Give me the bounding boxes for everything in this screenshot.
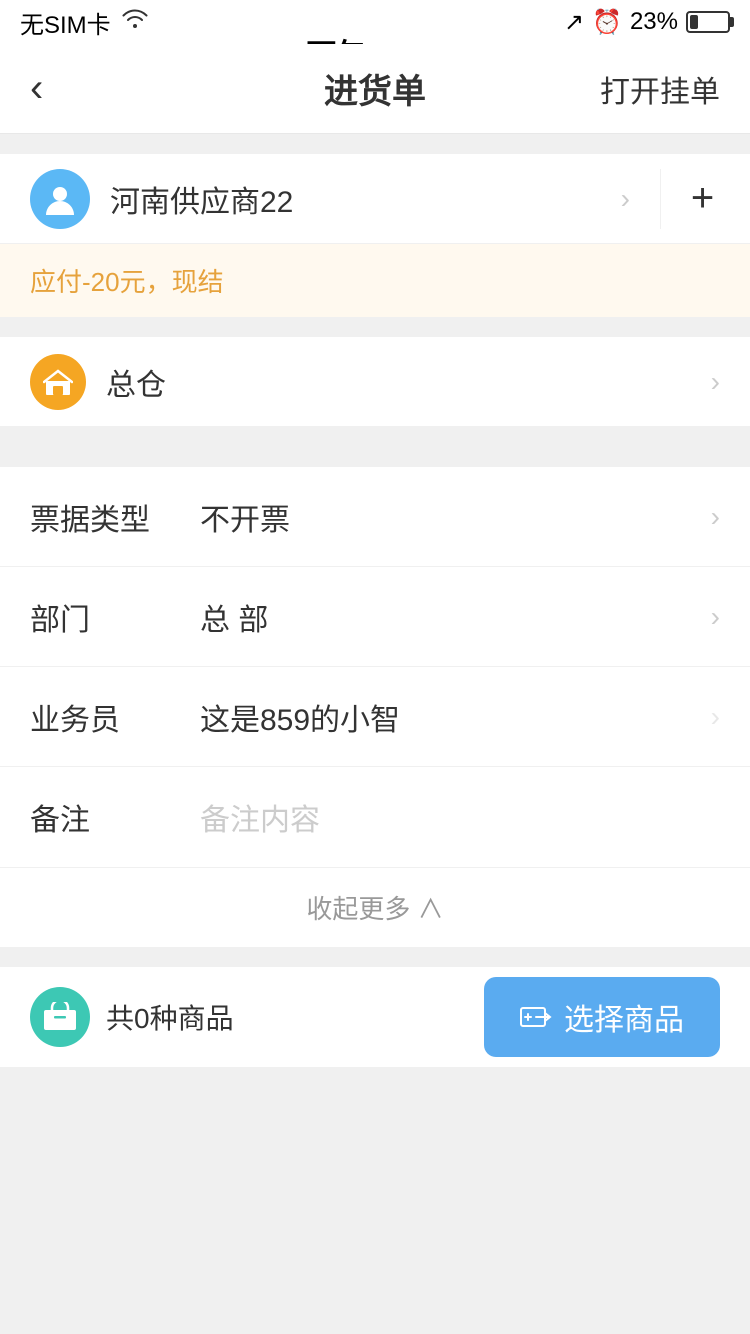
salesperson-row[interactable]: 业务员 这是859的小智 › bbox=[0, 667, 750, 767]
add-supplier-button[interactable]: + bbox=[660, 169, 720, 229]
status-bar: 无SIM卡 下午6:04 ↗ ⏰ 23% bbox=[0, 0, 750, 44]
supplier-row[interactable]: 河南供应商22 › + bbox=[0, 154, 750, 244]
collapse-label: 收起更多 ∧ bbox=[306, 889, 443, 926]
department-row[interactable]: 部门 总 部 › bbox=[0, 567, 750, 667]
section-divider-2 bbox=[0, 317, 750, 337]
department-label: 部门 bbox=[30, 595, 180, 639]
form-section: 票据类型 不开票 › 部门 总 部 › 业务员 这是859的小智 › 备注 备注… bbox=[0, 467, 750, 867]
status-right: ↗ ⏰ 23% bbox=[564, 8, 730, 37]
department-chevron-icon: › bbox=[711, 601, 720, 633]
salesperson-chevron-icon: › bbox=[711, 701, 720, 733]
remark-row[interactable]: 备注 备注内容 bbox=[0, 767, 750, 867]
warehouse-name: 总仓 bbox=[106, 360, 711, 404]
invoice-chevron-icon: › bbox=[711, 501, 720, 533]
invoice-type-row[interactable]: 票据类型 不开票 › bbox=[0, 467, 750, 567]
select-product-label: 选择商品 bbox=[564, 995, 684, 1039]
notice-text: 应付-20元，现结 bbox=[30, 267, 224, 297]
location-icon: ↗ bbox=[564, 8, 584, 37]
warehouse-chevron-icon: › bbox=[711, 366, 720, 398]
battery-label: 23% bbox=[630, 8, 678, 36]
section-divider-3 bbox=[0, 427, 750, 447]
wifi-icon bbox=[121, 8, 149, 37]
collapse-button[interactable]: 收起更多 ∧ bbox=[0, 867, 750, 947]
invoice-type-label: 票据类型 bbox=[30, 495, 180, 539]
back-button[interactable]: ‹ bbox=[30, 66, 90, 111]
product-icon bbox=[30, 987, 90, 1047]
warehouse-section: 总仓 › bbox=[0, 337, 750, 427]
remark-input[interactable]: 备注内容 bbox=[200, 795, 720, 839]
invoice-type-value: 不开票 bbox=[200, 495, 701, 539]
alarm-icon: ⏰ bbox=[592, 8, 622, 37]
nav-bar: ‹ 进货单 打开挂单 bbox=[0, 44, 750, 134]
notice-banner: 应付-20元，现结 bbox=[0, 244, 750, 317]
supplier-avatar bbox=[30, 169, 90, 229]
carrier-label: 无SIM卡 bbox=[20, 5, 111, 40]
product-count-text: 共0种商品 bbox=[106, 997, 234, 1037]
warehouse-icon bbox=[30, 354, 86, 410]
open-pending-button[interactable]: 打开挂单 bbox=[600, 67, 720, 111]
battery-icon bbox=[686, 11, 730, 33]
warehouse-row[interactable]: 总仓 › bbox=[0, 337, 750, 427]
bottom-bar: 共0种商品 选择商品 bbox=[0, 967, 750, 1067]
salesperson-value: 这是859的小智 bbox=[200, 695, 701, 739]
salesperson-label: 业务员 bbox=[30, 695, 180, 739]
department-value: 总 部 bbox=[200, 595, 701, 639]
supplier-chevron-icon: › bbox=[621, 183, 630, 215]
remark-label: 备注 bbox=[30, 795, 180, 839]
page-title: 进货单 bbox=[324, 64, 426, 113]
status-left: 无SIM卡 bbox=[20, 5, 149, 40]
section-divider-1 bbox=[0, 134, 750, 154]
supplier-name: 河南供应商22 bbox=[110, 177, 621, 221]
select-product-button[interactable]: 选择商品 bbox=[484, 977, 720, 1057]
supplier-section: 河南供应商22 › + 应付-20元，现结 bbox=[0, 154, 750, 317]
product-count-area: 共0种商品 bbox=[30, 987, 234, 1047]
